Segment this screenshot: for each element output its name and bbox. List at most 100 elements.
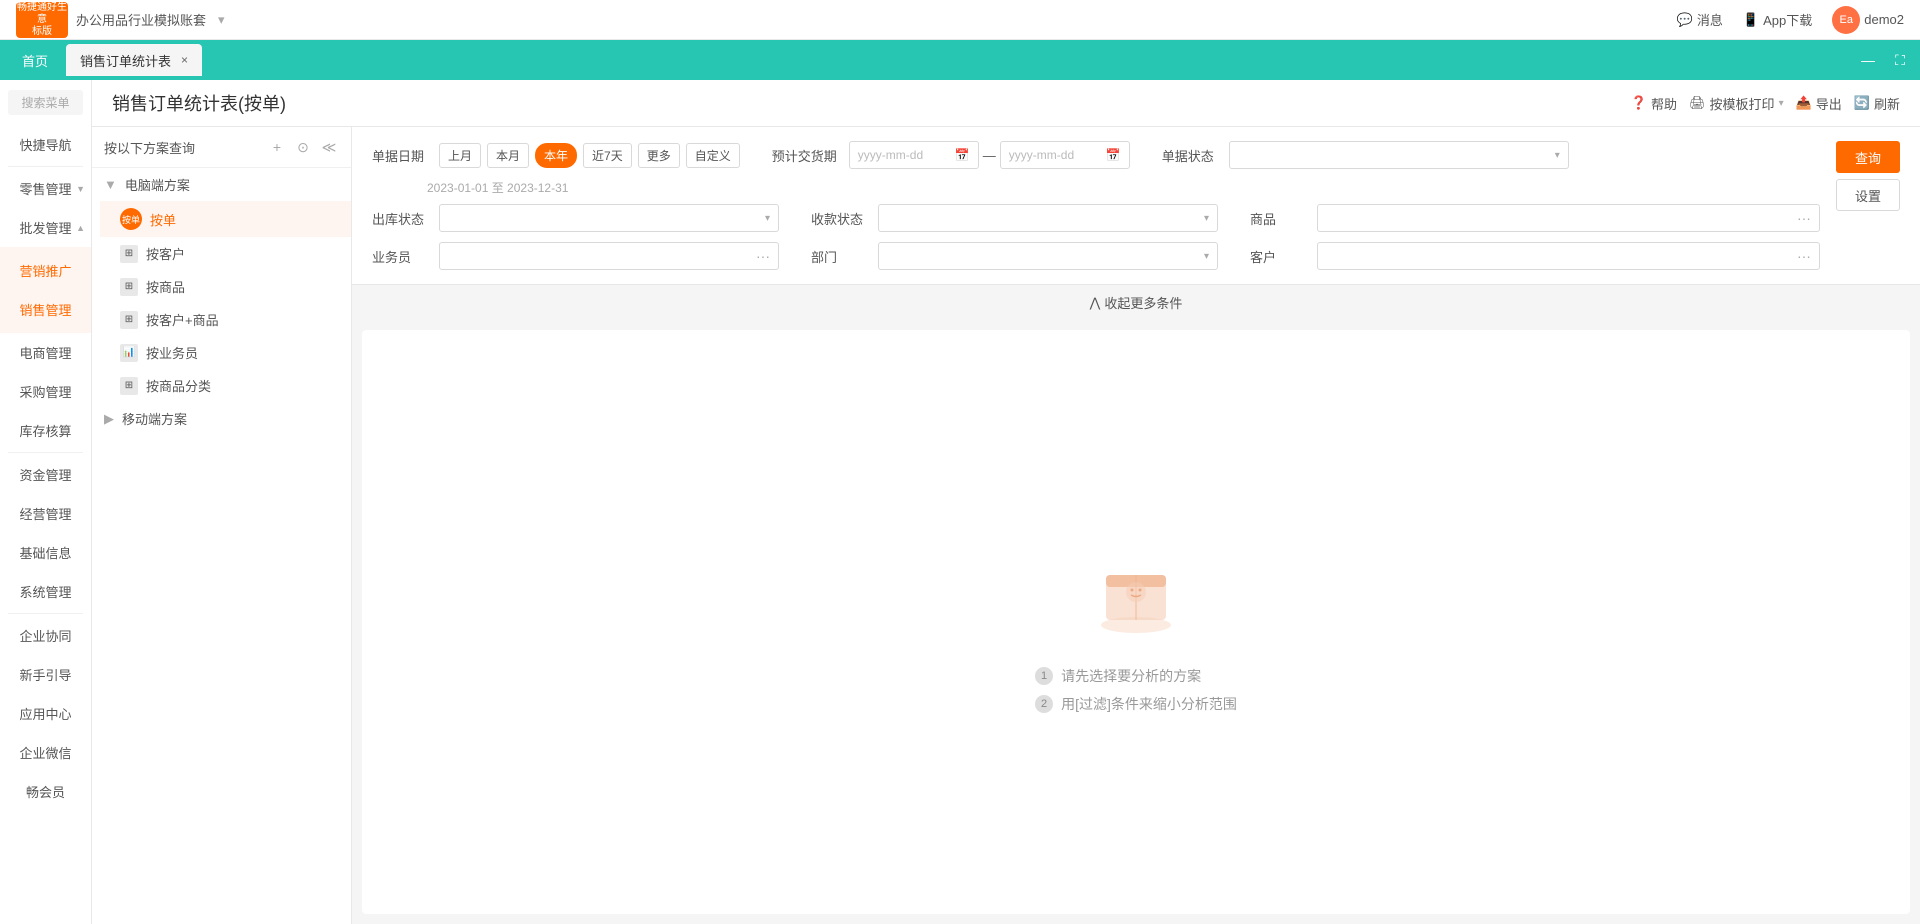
sidebar-item-finance[interactable]: 资金管理	[0, 455, 91, 494]
tree-icon-order: 按单	[120, 208, 142, 230]
tree-icon-salesperson: 📊	[120, 344, 138, 362]
sidebar-item-operations[interactable]: 经营管理	[0, 494, 91, 533]
sidebar-item-search[interactable]: 搜索菜单	[0, 80, 91, 125]
active-tab-label: 销售订单统计表	[80, 51, 171, 70]
date-separator: —	[983, 148, 996, 163]
empty-tips: 1 请先选择要分析的方案 2 用[过滤]条件来缩小分析范围	[1035, 666, 1237, 714]
date-btn-this-month[interactable]: 本月	[487, 143, 529, 168]
sidebar-item-member[interactable]: 畅会员	[0, 772, 91, 811]
tree-label-customer: 按客户	[146, 244, 185, 263]
goods-select[interactable]: ···	[1317, 204, 1820, 232]
tree-section-mobile[interactable]: ▶ 移动端方案	[92, 402, 351, 435]
date-btn-this-year[interactable]: 本年	[535, 143, 577, 168]
tree-section-label: 电脑端方案	[125, 175, 190, 194]
tab-active[interactable]: 销售订单统计表 ×	[66, 44, 202, 76]
collapse-panel-button[interactable]: ≪	[319, 137, 339, 157]
print-dropdown-icon[interactable]: ▾	[1779, 98, 1784, 109]
date-btn-custom[interactable]: 自定义	[686, 143, 740, 168]
export-button[interactable]: 📤 导出	[1796, 94, 1842, 113]
customer-select[interactable]: ···	[1317, 242, 1820, 270]
sidebar-item-purchase[interactable]: 采购管理	[0, 372, 91, 411]
minimize-button[interactable]: —	[1856, 48, 1880, 72]
refresh-icon: 🔄	[1854, 95, 1870, 111]
topbar-right: 💬 消息 📱 App下载 Ea demo2	[1677, 6, 1904, 34]
date-btn-last-month[interactable]: 上月	[439, 143, 481, 168]
expected-date-input: yyyy-mm-dd 📅 — yyyy-mm-dd 📅	[849, 141, 1130, 169]
left-panel-header: 按以下方案查询 + ⊙ ≪	[92, 127, 351, 168]
sidebar-item-wechat[interactable]: 企业微信	[0, 733, 91, 772]
shipping-arrow: ▾	[765, 213, 770, 224]
tree-item-by-customer-goods[interactable]: ⊞ 按客户+商品	[100, 303, 351, 336]
message-button[interactable]: 💬 消息	[1677, 10, 1723, 29]
customer-dots[interactable]: ···	[1797, 248, 1811, 264]
empty-svg	[1076, 530, 1196, 650]
close-tab-icon[interactable]: ×	[181, 53, 188, 67]
dept-select[interactable]: ▾	[878, 242, 1218, 270]
tree-item-by-customer[interactable]: ⊞ 按客户	[100, 237, 351, 270]
goods-dots[interactable]: ···	[1797, 210, 1811, 226]
tree-item-by-salesperson[interactable]: 📊 按业务员	[100, 336, 351, 369]
tree-label-salesperson: 按业务员	[146, 343, 198, 362]
topbar-dropdown-icon[interactable]: ▾	[218, 12, 225, 28]
topbar: 畅捷通好生意标版 办公用品行业模拟账套 ▾ 💬 消息 📱 App下载 Ea de…	[0, 0, 1920, 40]
sidebar-item-cooperation[interactable]: 企业协同	[0, 616, 91, 655]
sidebar-item-marketing[interactable]: 营销推广	[0, 251, 91, 290]
calendar-to-icon[interactable]: 📅	[1106, 148, 1121, 162]
user-avatar-area[interactable]: Ea demo2	[1832, 6, 1904, 34]
collapse-button[interactable]: ⋀ 收起更多条件	[1090, 293, 1183, 312]
sidebar-item-apps[interactable]: 应用中心	[0, 694, 91, 733]
sidebar-item-system[interactable]: 系统管理	[0, 572, 91, 611]
tree-item-by-order[interactable]: 按单 按单	[100, 201, 351, 237]
expected-date-to[interactable]: yyyy-mm-dd 📅	[1000, 141, 1130, 169]
tree-icon-category: ⊞	[120, 377, 138, 395]
sidebar-item-sales[interactable]: 销售管理	[0, 290, 91, 329]
salesperson-select[interactable]: ···	[439, 242, 779, 270]
dept-arrow: ▾	[1204, 251, 1209, 262]
sidebar-item-wholesale[interactable]: 批发管理	[0, 208, 91, 247]
sidebar-item-retail[interactable]: 零售管理	[0, 169, 91, 208]
scheme-settings-button[interactable]: ⊙	[293, 137, 313, 157]
settings-button[interactable]: 设置	[1836, 179, 1900, 211]
status-select-arrow: ▾	[1555, 150, 1560, 161]
salesperson-dots[interactable]: ···	[756, 248, 770, 264]
filter-section-main: 单据日期 上月 本月 本年 近7天 更多 自定义	[372, 141, 1820, 270]
goods-label: 商品	[1250, 209, 1305, 228]
right-panel: 单据日期 上月 本月 本年 近7天 更多 自定义	[352, 127, 1920, 924]
expected-date-from[interactable]: yyyy-mm-dd 📅	[849, 141, 979, 169]
help-button[interactable]: ❓ 帮助	[1631, 94, 1677, 113]
sidebar-item-ecommerce[interactable]: 电商管理	[0, 333, 91, 372]
query-button[interactable]: 查询	[1836, 141, 1900, 173]
tab-home[interactable]: 首页	[8, 44, 62, 76]
sidebar-item-base[interactable]: 基础信息	[0, 533, 91, 572]
status-select[interactable]: ▾	[1229, 141, 1569, 169]
tip-text-1: 请先选择要分析的方案	[1061, 666, 1201, 686]
tree-item-by-category[interactable]: ⊞ 按商品分类	[100, 369, 351, 402]
tree-icon-customer: ⊞	[120, 245, 138, 263]
date-btn-more[interactable]: 更多	[638, 143, 680, 168]
collapse-label: 收起更多条件	[1104, 293, 1182, 312]
payment-select[interactable]: ▾	[878, 204, 1218, 232]
home-tab-label: 首页	[22, 51, 48, 70]
add-scheme-button[interactable]: +	[267, 137, 287, 157]
sidebar-item-inventory[interactable]: 库存核算	[0, 411, 91, 450]
date-btn-7days[interactable]: 近7天	[583, 143, 632, 168]
avatar: Ea	[1832, 6, 1860, 34]
split-layout: 按以下方案查询 + ⊙ ≪ ▼ 电脑端方案 按单 按单 ⊞	[92, 127, 1920, 924]
message-icon: 💬	[1677, 12, 1693, 28]
filter-row-2: 出库状态 ▾ 收款状态 ▾ 商品	[372, 204, 1820, 232]
sidebar-item-beginner[interactable]: 新手引导	[0, 655, 91, 694]
print-button[interactable]: 🖨 按模板打印 ▾	[1689, 94, 1784, 113]
empty-state: 1 请先选择要分析的方案 2 用[过滤]条件来缩小分析范围	[362, 330, 1910, 914]
sidebar-item-shortcuts[interactable]: 快捷导航	[0, 125, 91, 164]
export-icon: 📤	[1796, 95, 1812, 111]
calendar-from-icon[interactable]: 📅	[955, 148, 970, 162]
filter-area: 单据日期 上月 本月 本年 近7天 更多 自定义	[352, 127, 1920, 285]
tree-section-pc[interactable]: ▼ 电脑端方案	[92, 168, 351, 201]
date-range-display: 2023-01-01 至 2023-12-31	[427, 181, 568, 195]
page-title: 销售订单统计表(按单)	[112, 90, 286, 126]
app-download-button[interactable]: 📱 App下载	[1743, 10, 1812, 29]
refresh-button[interactable]: 🔄 刷新	[1854, 94, 1900, 113]
tree-item-by-goods[interactable]: ⊞ 按商品	[100, 270, 351, 303]
shipping-select[interactable]: ▾	[439, 204, 779, 232]
maximize-button[interactable]: ⛶	[1888, 48, 1912, 72]
